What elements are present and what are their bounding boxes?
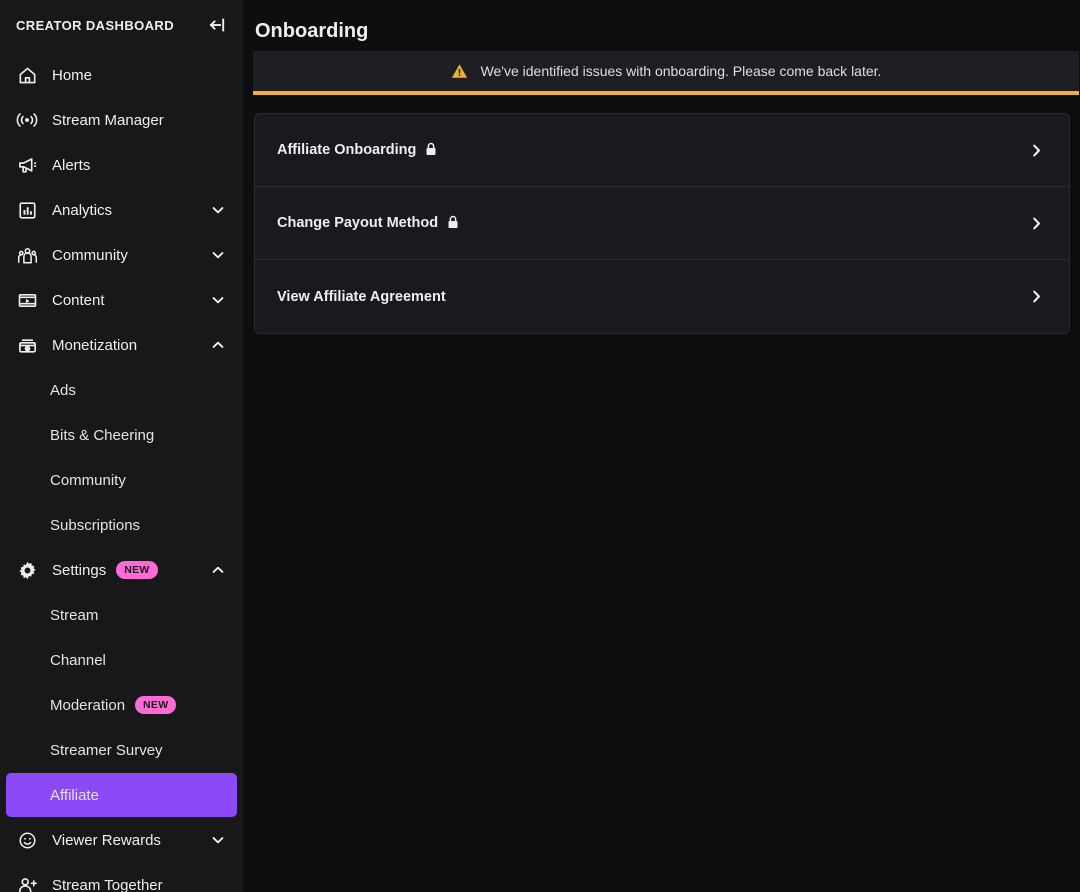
megaphone-icon [16,154,38,176]
sidebar-item-affiliate[interactable]: Affiliate [6,773,237,817]
new-badge: NEW [116,561,158,579]
sidebar-item-community[interactable]: Community [6,233,237,277]
people-icon [16,244,38,266]
home-icon [16,64,38,86]
sidebar-item-channel[interactable]: Channel [6,638,237,682]
chevron-up-icon[interactable] [209,336,227,354]
sidebar-item-label: Stream Manager [52,111,164,129]
chevron-down-icon[interactable] [209,201,227,219]
alert-message: We've identified issues with onboarding.… [480,63,882,79]
sidebar-item-label: Content [52,291,105,309]
onboarding-row-label: View Affiliate Agreement [277,288,446,305]
app-root: CREATOR DASHBOARD Home Stream Manager Aler… [0,0,1080,892]
video-frame-icon [16,289,38,311]
sidebar-item-label: Channel [50,651,106,669]
bar-chart-icon [16,199,38,221]
chevron-right-icon[interactable] [1027,288,1045,306]
sidebar-item-label: Moderation [50,696,126,714]
sidebar-item-label: Settings [52,561,107,579]
onboarding-row-label: Change Payout Method [277,215,439,231]
sidebar-item-label: Ads [50,381,76,399]
sidebar-item-community[interactable]: Community [6,458,237,502]
sidebar-item-home[interactable]: Home [6,53,237,97]
collapse-nav-button[interactable] [205,13,229,37]
sidebar-item-label: Community [52,246,128,264]
alert-content: We've identified issues with onboarding.… [451,62,882,80]
lock-icon [447,215,459,229]
sidebar-item-label: Home [52,66,93,84]
person-add-icon [16,874,38,892]
sidebar-nav: Home Stream Manager Alerts Analytics Communi… [0,50,243,892]
sidebar-item-monetization[interactable]: Monetization [6,323,237,367]
sidebar-item-alerts[interactable]: Alerts [6,143,237,187]
sidebar-title: CREATOR DASHBOARD [16,17,174,33]
onboarding-warning-banner: We've identified issues with onboarding.… [253,51,1079,95]
sidebar-item-bits-cheering[interactable]: Bits & Cheering [6,413,237,457]
sidebar-item-ads[interactable]: Ads [6,368,237,412]
chevron-down-icon[interactable] [209,831,227,849]
cash-register-icon [16,334,38,356]
sidebar-item-label: Stream [50,606,99,624]
sidebar-item-label: Subscriptions [50,516,141,534]
sidebar-item-stream-manager[interactable]: Stream Manager [6,98,237,142]
page-title: Onboarding [255,20,369,43]
main-content: Onboarding We've identified issues with … [243,0,1080,892]
smiley-icon [16,829,38,851]
chevron-down-icon[interactable] [209,291,227,309]
gear-icon [16,559,38,581]
sidebar-item-content[interactable]: Content [6,278,237,322]
broadcast-icon [16,109,38,131]
sidebar-item-label: Stream Together [52,876,163,892]
sidebar-item-stream[interactable]: Stream [6,593,237,637]
sidebar-item-label: Community [50,471,126,489]
lock-icon [425,142,437,156]
sidebar-item-viewer-rewards[interactable]: Viewer Rewards [6,818,237,862]
sidebar-item-stream-together[interactable]: Stream Together [6,863,237,892]
sidebar-item-analytics[interactable]: Analytics [6,188,237,232]
sidebar-item-label: Viewer Rewards [52,831,161,849]
sidebar-item-label: Analytics [52,201,113,219]
sidebar-item-moderation[interactable]: Moderation NEW [6,683,237,727]
sidebar-item-subscriptions[interactable]: Subscriptions [6,503,237,547]
chevron-up-icon[interactable] [209,561,227,579]
onboarding-row-change-payout-method[interactable]: Change Payout Method [255,187,1069,260]
sidebar-item-label: Bits & Cheering [50,426,155,444]
new-badge: NEW [135,696,177,714]
onboarding-row-affiliate-onboarding[interactable]: Affiliate Onboarding [255,114,1069,187]
warning-triangle-icon [451,62,469,80]
chevron-right-icon[interactable] [1027,141,1045,159]
sidebar-item-settings[interactable]: Settings NEW [6,548,237,592]
sidebar: CREATOR DASHBOARD Home Stream Manager Aler… [0,0,243,892]
sidebar-item-label: Monetization [52,336,138,354]
chevron-down-icon[interactable] [209,246,227,264]
sidebar-header: CREATOR DASHBOARD [0,0,243,50]
onboarding-row-view-affiliate-agreement[interactable]: View Affiliate Agreement [255,260,1069,333]
sidebar-item-label: Alerts [52,156,91,174]
onboarding-options-card: Affiliate Onboarding Change Payout Method… [254,113,1070,334]
sidebar-item-label: Streamer Survey [50,741,163,759]
sidebar-item-streamer-survey[interactable]: Streamer Survey [6,728,237,772]
chevron-right-icon[interactable] [1027,214,1045,232]
sidebar-item-label: Affiliate [50,786,99,804]
onboarding-row-label: Affiliate Onboarding [277,142,417,158]
